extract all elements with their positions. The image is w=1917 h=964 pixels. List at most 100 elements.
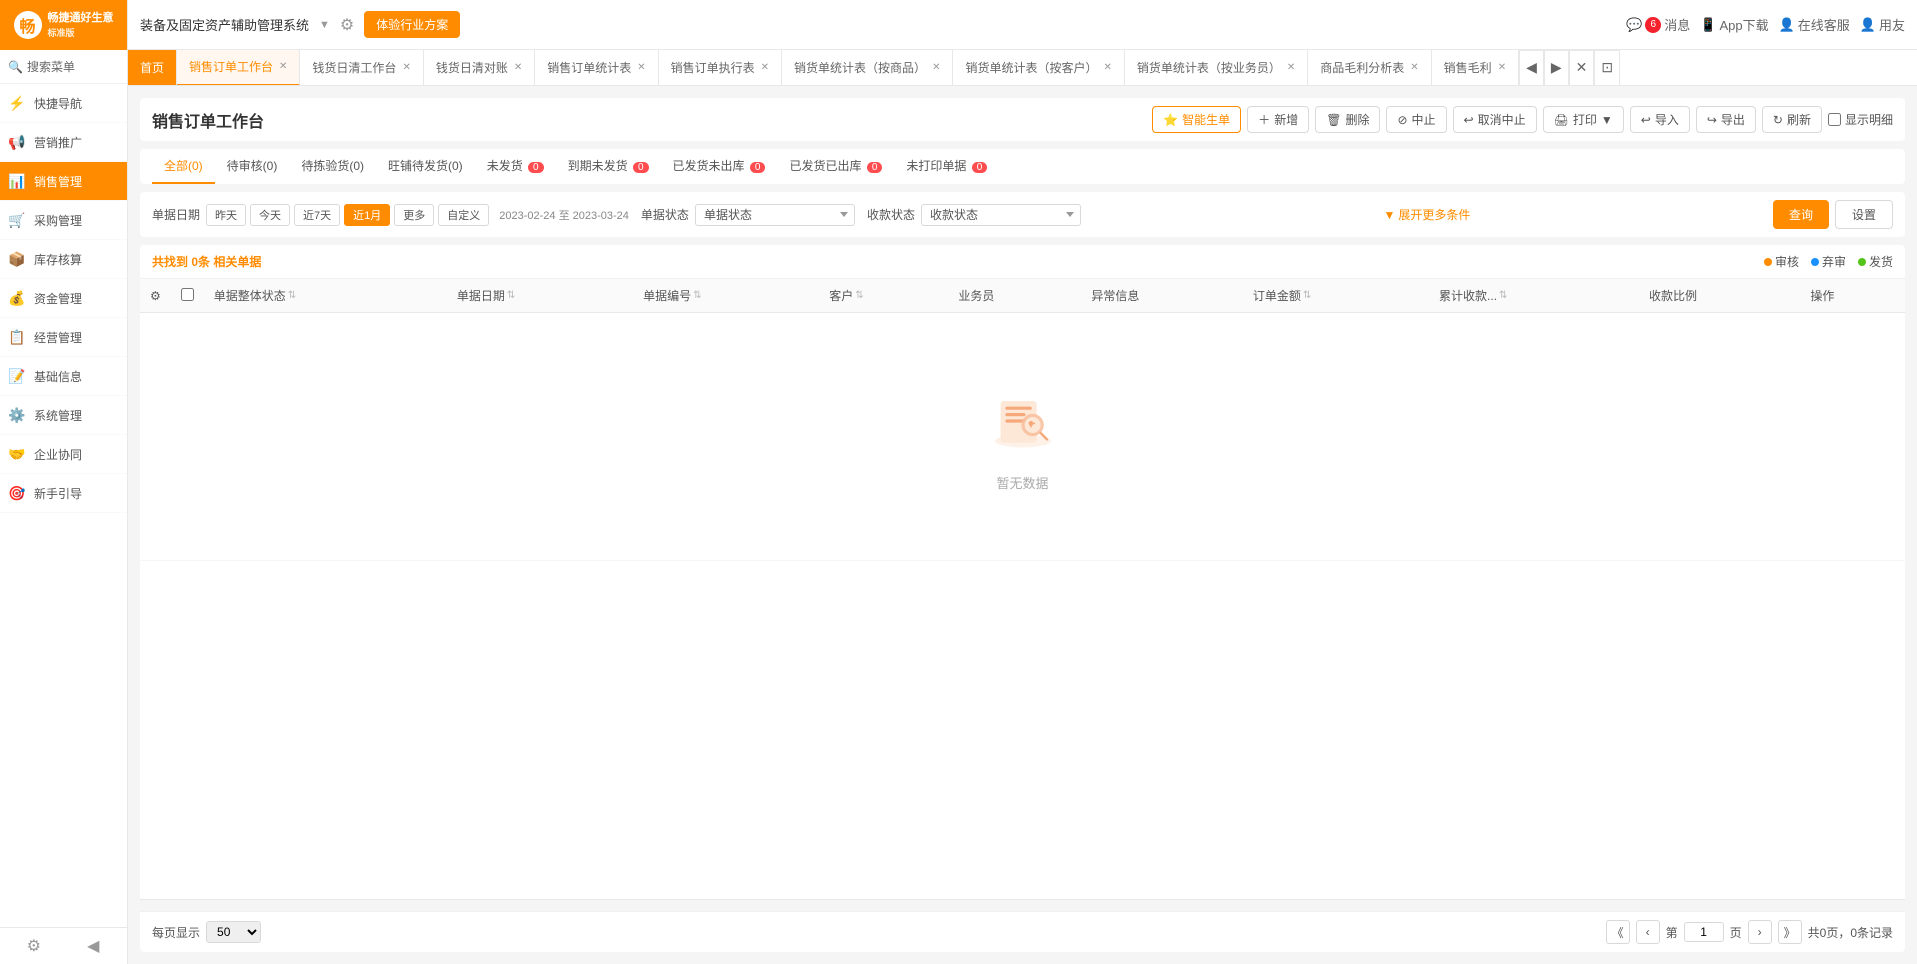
stop-btn[interactable]: ⊘ 中止 (1386, 106, 1446, 133)
export-btn[interactable]: ↪ 导出 (1696, 106, 1756, 133)
subtab-not-shipped[interactable]: 未发货 0 (475, 149, 556, 184)
cash-daily-tab-close[interactable]: ✕ (402, 62, 410, 73)
tab-close-all[interactable]: ✕ (1569, 50, 1595, 86)
page-size-select[interactable]: 50 10 20 100 (206, 921, 261, 943)
sidebar-item-finance[interactable]: 💰 资金管理 (0, 279, 127, 318)
settings-bottom-btn[interactable]: ⚙ (8, 936, 60, 956)
app-download-btn[interactable]: 📱 App下载 (1700, 15, 1768, 34)
sales-staff-stat-tab-close[interactable]: ✕ (1287, 62, 1295, 73)
sort-customer[interactable]: 客户 ⇅ (829, 287, 938, 304)
unreviewed-quick-action[interactable]: 弃审 (1811, 253, 1846, 270)
th-checkbox[interactable] (171, 279, 204, 313)
show-detail-checkbox[interactable]: 显示明细 (1828, 111, 1893, 128)
date-yesterday-btn[interactable]: 昨天 (206, 204, 246, 226)
sales-order-tab-close[interactable]: ✕ (279, 61, 287, 72)
cancel-stop-btn[interactable]: ↩ 取消中止 (1453, 106, 1537, 133)
page-input[interactable] (1684, 922, 1724, 942)
cash-reconcile-tab-close[interactable]: ✕ (514, 62, 522, 73)
tab-sales-staff-stat[interactable]: 销货单统计表（按业务员） ✕ (1125, 50, 1308, 86)
tab-scroll-right[interactable]: ▶ (1544, 50, 1569, 86)
tab-sales-product-stat[interactable]: 销货单统计表（按商品） ✕ (782, 50, 953, 86)
tab-sales-order[interactable]: 销售订单工作台 ✕ (177, 50, 300, 86)
sales-profit-tab-close[interactable]: ✕ (1498, 62, 1506, 73)
payment-filter-select[interactable]: 收款状态 (921, 204, 1081, 226)
settings-icon[interactable]: ⚙ (340, 15, 354, 35)
tab-cash-daily[interactable]: 钱货日清工作台 ✕ (300, 50, 423, 86)
sort-number[interactable]: 单据编号 ⇅ (643, 287, 809, 304)
date-1month-btn[interactable]: 近1月 (344, 204, 390, 226)
show-detail-input[interactable] (1828, 113, 1841, 126)
sort-date[interactable]: 单据日期 ⇅ (457, 287, 623, 304)
tab-sales-profit[interactable]: 销售毛利 ✕ (1432, 50, 1519, 86)
review-quick-action[interactable]: 审核 (1764, 253, 1799, 270)
new-btn[interactable]: ＋ 新增 (1247, 106, 1309, 133)
sidebar-item-basic-info[interactable]: 📝 基础信息 (0, 357, 127, 396)
subtab-pending-review[interactable]: 待审核(0) (215, 149, 290, 184)
subtab-all[interactable]: 全部(0) (152, 149, 215, 184)
smart-order-btn[interactable]: ⭐ 智能生单 (1152, 106, 1241, 133)
sales-customer-stat-tab-close[interactable]: ✕ (1103, 62, 1111, 73)
sales-stat-tab-close[interactable]: ✕ (637, 62, 645, 73)
table-scroll[interactable]: ⚙ 单据整体状态 ⇅ 单据日期 ⇅ (140, 279, 1905, 899)
sidebar-item-quick-nav[interactable]: ⚡ 快捷导航 (0, 84, 127, 123)
sort-status[interactable]: 单据整体状态 ⇅ (214, 287, 437, 304)
tab-home[interactable]: 首页 (128, 50, 177, 86)
sidebar-item-purchase[interactable]: 🛒 采购管理 (0, 201, 127, 240)
gross-margin-tab-close[interactable]: ✕ (1410, 62, 1418, 73)
horizontal-scrollbar[interactable] (140, 899, 1905, 911)
tab-scroll-left[interactable]: ◀ (1519, 50, 1544, 86)
sort-collected[interactable]: 累计收款... ⇅ (1439, 287, 1629, 304)
sidebar-item-system[interactable]: ⚙️ 系统管理 (0, 396, 127, 435)
sidebar-item-operations[interactable]: 📋 经营管理 (0, 318, 127, 357)
subtab-pending-inspect[interactable]: 待拣验货(0) (289, 149, 376, 184)
subtab-not-shipped-label: 未发货 (487, 159, 523, 173)
select-all-checkbox[interactable] (181, 288, 194, 301)
cancel-stop-icon: ↩ (1464, 113, 1474, 127)
date-custom-btn[interactable]: 自定义 (438, 204, 489, 226)
online-service-btn[interactable]: 👤 在线客服 (1779, 15, 1850, 34)
subtab-wangpu[interactable]: 旺铺待发货(0) (376, 149, 475, 184)
refresh-btn[interactable]: ↻ 刷新 (1762, 106, 1822, 133)
experience-btn[interactable]: 体验行业方案 (364, 11, 460, 38)
subtab-shipped-not-warehouse[interactable]: 已发货未出库 0 (661, 149, 778, 184)
date-today-btn[interactable]: 今天 (250, 204, 290, 226)
message-btn[interactable]: 💬 6 消息 (1626, 15, 1690, 34)
search-menu[interactable]: 🔍 搜索菜单 (0, 50, 127, 84)
date-more-btn[interactable]: 更多 (394, 204, 434, 226)
ship-quick-action[interactable]: 发货 (1858, 253, 1893, 270)
sidebar-item-inventory[interactable]: 📦 库存核算 (0, 240, 127, 279)
sales-product-stat-tab-close[interactable]: ✕ (932, 62, 940, 73)
th-settings[interactable]: ⚙ (140, 279, 171, 313)
tab-sales-stat[interactable]: 销售订单统计表 ✕ (535, 50, 658, 86)
sales-exec-tab-close[interactable]: ✕ (761, 62, 769, 73)
date-7days-btn[interactable]: 近7天 (294, 204, 340, 226)
tab-gross-margin[interactable]: 商品毛利分析表 ✕ (1308, 50, 1431, 86)
user-btn[interactable]: 👤 用友 (1860, 15, 1905, 34)
collapse-btn[interactable]: ◀ (68, 936, 120, 956)
page-prev-btn[interactable]: ‹ (1636, 920, 1660, 944)
subtab-overdue[interactable]: 到期未发货 0 (556, 149, 661, 184)
tab-sales-customer-stat[interactable]: 销货单统计表（按客户） ✕ (953, 50, 1124, 86)
subtab-shipped-warehouse[interactable]: 已发货已出库 0 (777, 149, 894, 184)
sidebar-item-marketing[interactable]: 📢 营销推广 (0, 123, 127, 162)
delete-btn[interactable]: 🗑 删除 (1315, 106, 1380, 133)
import-btn[interactable]: ↩ 导入 (1630, 106, 1690, 133)
page-next-btn[interactable]: › (1748, 920, 1772, 944)
query-btn[interactable]: 查询 (1773, 200, 1829, 229)
tab-cash-reconcile[interactable]: 钱货日清对账 ✕ (424, 50, 535, 86)
status-filter-select[interactable]: 单据状态 (695, 204, 855, 226)
tab-maximize[interactable]: ⊡ (1594, 50, 1620, 86)
empty-text: 暂无数据 (996, 473, 1048, 492)
subtab-not-printed[interactable]: 未打印单据 0 (894, 149, 999, 184)
th-amount: 订单金额 ⇅ (1243, 279, 1429, 313)
tab-sales-exec[interactable]: 销售订单执行表 ✕ (659, 50, 782, 86)
sidebar-item-sales[interactable]: 📊 销售管理 (0, 162, 127, 201)
page-last-btn[interactable]: 》 (1778, 920, 1802, 944)
sort-amount[interactable]: 订单金额 ⇅ (1253, 287, 1419, 304)
print-btn[interactable]: 🖨 打印 ▼ (1543, 106, 1624, 133)
page-first-btn[interactable]: 《 (1606, 920, 1630, 944)
expand-filter-btn[interactable]: ▼ 展开更多条件 (1384, 206, 1471, 223)
set-btn[interactable]: 设置 (1835, 200, 1893, 229)
sidebar-item-guide[interactable]: 🎯 新手引导 (0, 474, 127, 513)
sidebar-item-cooperation[interactable]: 🤝 企业协同 (0, 435, 127, 474)
